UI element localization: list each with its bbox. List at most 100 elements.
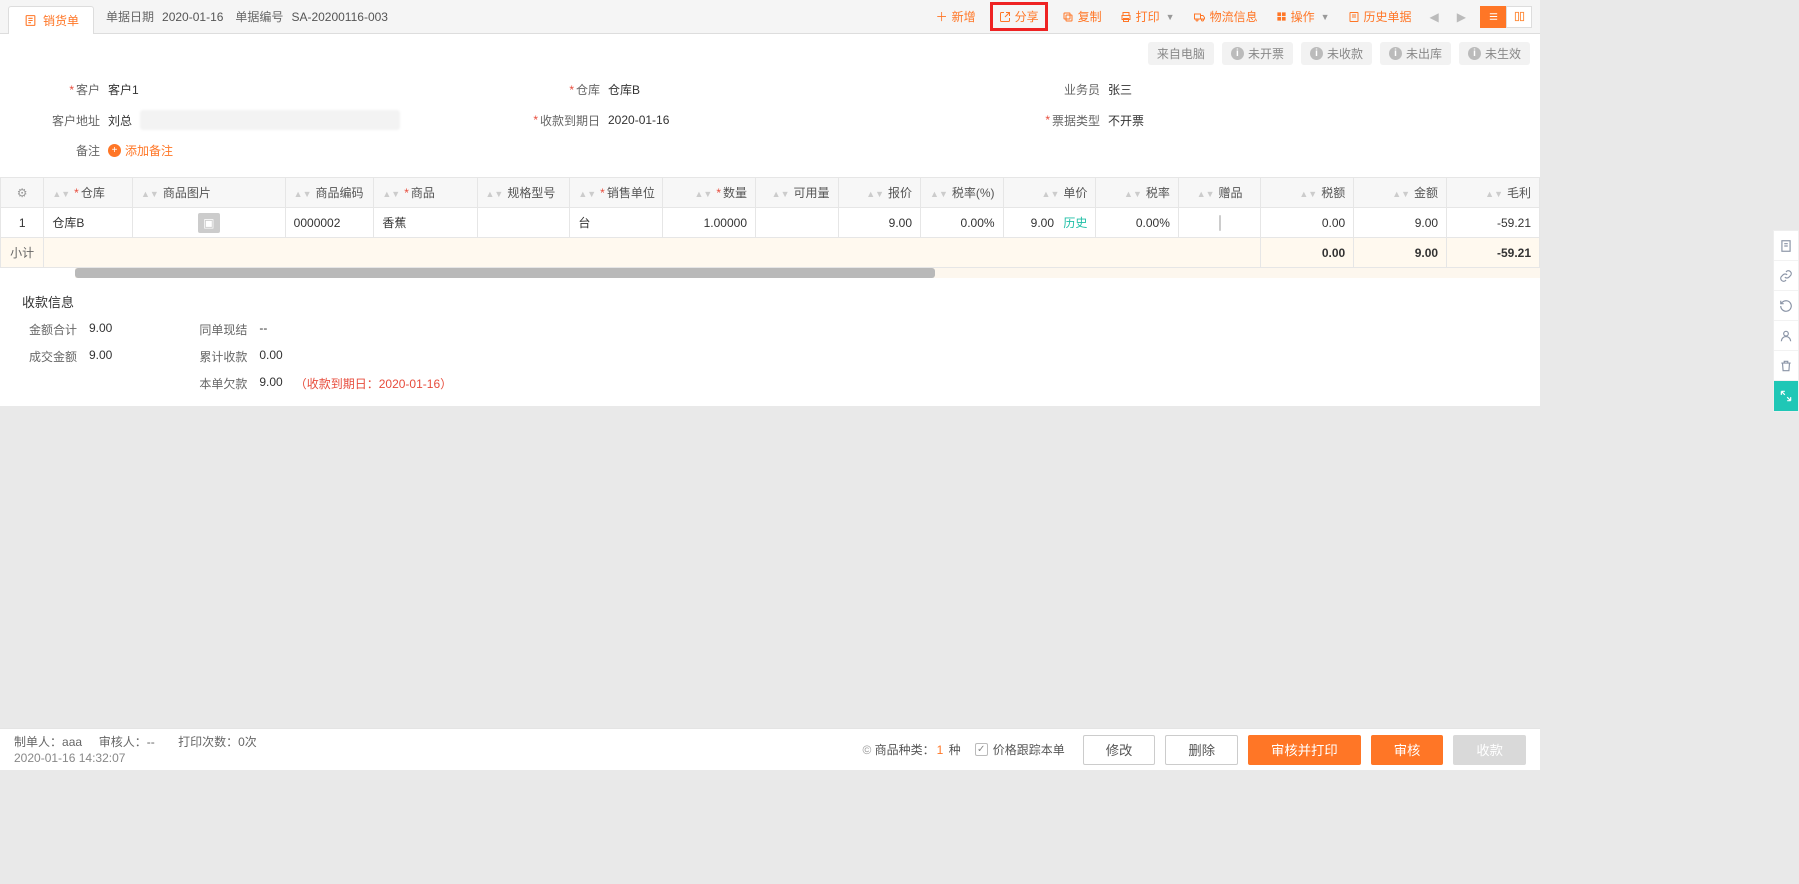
col-available[interactable]: ▲▼可用量 [756, 178, 839, 208]
invoice-type-label: 票据类型 [1052, 112, 1100, 129]
footer: 制单人：aaa 审核人：-- 打印次数：0次 2020-01-16 14:32:… [0, 728, 1540, 770]
print-button[interactable]: 打印 ▼ [1116, 5, 1179, 28]
addr-label: 客户地址 [52, 112, 100, 129]
view-card-button[interactable] [1506, 6, 1532, 28]
cell-quote[interactable]: 9.00 [838, 208, 921, 238]
side-expand-icon[interactable] [1774, 381, 1798, 411]
history-button[interactable]: 历史单据 [1344, 5, 1416, 28]
print-icon [1120, 11, 1132, 23]
plus-circle-icon: + [108, 144, 121, 157]
col-image[interactable]: ▲▼商品图片 [133, 178, 286, 208]
col-gross[interactable]: ▲▼毛利 [1447, 178, 1540, 208]
cell-tax-rate[interactable]: 0.00% [1096, 208, 1179, 238]
top-bar: 销货单 单据日期 2020-01-16 单据编号 SA-20200116-003… [0, 0, 1540, 34]
subtotal-amount: 9.00 [1354, 238, 1447, 268]
subtotal-row: 小计 0.00 9.00 -59.21 [1, 238, 1540, 268]
cell-product[interactable]: 香蕉 [374, 208, 477, 238]
cell-unit[interactable]: 台 [570, 208, 663, 238]
cell-available[interactable] [756, 208, 839, 238]
timestamp: 2020-01-16 14:32:07 [14, 750, 257, 766]
side-trash-icon[interactable] [1774, 351, 1798, 381]
price-history-link[interactable]: 历史 [1063, 216, 1087, 230]
col-gift[interactable]: ▲▼赠品 [1178, 178, 1261, 208]
col-warehouse[interactable]: ▲▼*仓库 [44, 178, 133, 208]
share-icon [999, 11, 1011, 23]
cell-rate-pct[interactable]: 0.00% [921, 208, 1004, 238]
sameorder-label: 同单现结 [192, 321, 247, 338]
due-value[interactable]: 2020-01-16 [608, 113, 669, 127]
prev-arrow[interactable]: ◀ [1426, 10, 1443, 24]
invoice-type-value[interactable]: 不开票 [1108, 112, 1144, 129]
side-link-icon[interactable] [1774, 261, 1798, 291]
col-product[interactable]: ▲▼*商品 [374, 178, 477, 208]
audit-button[interactable]: 审核 [1371, 735, 1444, 765]
col-gear[interactable]: ⚙ [1, 178, 44, 208]
side-note-icon[interactable] [1774, 231, 1798, 261]
cell-tax-amount: 0.00 [1261, 208, 1354, 238]
add-button[interactable]: ＋ 新增 [932, 5, 980, 28]
cell-price[interactable]: 9.00 历史 [1003, 208, 1096, 238]
status-row: 来自电脑 i未开票 i未收款 i未出库 i未生效 [0, 34, 1540, 71]
col-quote[interactable]: ▲▼报价 [838, 178, 921, 208]
salesperson-value[interactable]: 张三 [1108, 81, 1132, 98]
col-price[interactable]: ▲▼单价 [1003, 178, 1096, 208]
chip-uninvoiced[interactable]: i未开票 [1222, 42, 1293, 65]
print-label: 打印次数： [178, 735, 238, 749]
col-tax-rate[interactable]: ▲▼税率 [1096, 178, 1179, 208]
customer-value[interactable]: 客户1 [108, 81, 139, 98]
chevron-down-icon: ▼ [1321, 12, 1330, 22]
table-row[interactable]: 1 仓库B ▣ 0000002 香蕉 台 1.00000 9.00 0.00% … [1, 208, 1540, 238]
total-value: 9.00 [89, 321, 112, 338]
cell-code[interactable]: 0000002 [285, 208, 374, 238]
chip-unshipped[interactable]: i未出库 [1380, 42, 1451, 65]
plus-icon: ＋ [936, 8, 948, 25]
truck-icon [1193, 11, 1206, 23]
chip-source: 来自电脑 [1148, 42, 1214, 65]
side-user-icon[interactable] [1774, 321, 1798, 351]
cell-gross: -59.21 [1447, 208, 1540, 238]
col-code[interactable]: ▲▼商品编码 [285, 178, 374, 208]
debt-note: （收款到期日：2020-01-16） [295, 375, 452, 392]
chip-unpaid[interactable]: i未收款 [1301, 42, 1372, 65]
deal-label: 成交金额 [22, 348, 77, 365]
warehouse-value[interactable]: 仓库B [608, 81, 640, 98]
col-unit[interactable]: ▲▼*销售单位 [570, 178, 663, 208]
kinds-info: © 商品种类：1 种 [862, 741, 960, 758]
cell-warehouse[interactable]: 仓库B [44, 208, 133, 238]
col-rate-pct[interactable]: ▲▼税率(%) [921, 178, 1004, 208]
logistics-button[interactable]: 物流信息 [1189, 5, 1262, 28]
date-value: 2020-01-16 [162, 10, 223, 24]
gift-checkbox[interactable] [1219, 215, 1221, 231]
col-qty[interactable]: ▲▼*数量 [663, 178, 756, 208]
col-spec[interactable]: ▲▼规格型号 [477, 178, 570, 208]
date-label: 单据日期 [106, 8, 154, 25]
cell-spec[interactable] [477, 208, 570, 238]
cell-amount: 9.00 [1354, 208, 1447, 238]
cell-qty[interactable]: 1.00000 [663, 208, 756, 238]
creator-label: 制单人： [14, 735, 62, 749]
image-placeholder-icon: ▣ [198, 213, 220, 233]
cell-gift[interactable] [1178, 208, 1261, 238]
active-tab[interactable]: 销货单 [8, 6, 94, 34]
scroll-thumb[interactable] [75, 268, 935, 278]
copy-button[interactable]: 复制 [1058, 5, 1106, 28]
audit-print-button[interactable]: 审核并打印 [1248, 735, 1361, 765]
next-arrow[interactable]: ▶ [1453, 10, 1470, 24]
add-remark-button[interactable]: + 添加备注 [108, 142, 173, 159]
auditor-value: -- [147, 735, 155, 749]
payment-title: 收款信息 [22, 292, 1518, 311]
h-scrollbar[interactable] [0, 268, 1540, 278]
info-icon: i [1389, 47, 1402, 60]
delete-button[interactable]: 删除 [1165, 735, 1238, 765]
col-tax-amount[interactable]: ▲▼税额 [1261, 178, 1354, 208]
chip-uneffective[interactable]: i未生效 [1459, 42, 1530, 65]
col-amount[interactable]: ▲▼金额 [1354, 178, 1447, 208]
modify-button[interactable]: 修改 [1083, 735, 1156, 765]
view-list-button[interactable] [1480, 6, 1506, 28]
price-follow-check[interactable]: ✓ 价格跟踪本单 [975, 741, 1065, 758]
remark-label: 备注 [76, 142, 100, 159]
side-refresh-icon[interactable] [1774, 291, 1798, 321]
cell-image[interactable]: ▣ [133, 208, 286, 238]
operate-button[interactable]: 操作 ▼ [1272, 5, 1334, 28]
share-button[interactable]: 分享 [995, 5, 1043, 28]
